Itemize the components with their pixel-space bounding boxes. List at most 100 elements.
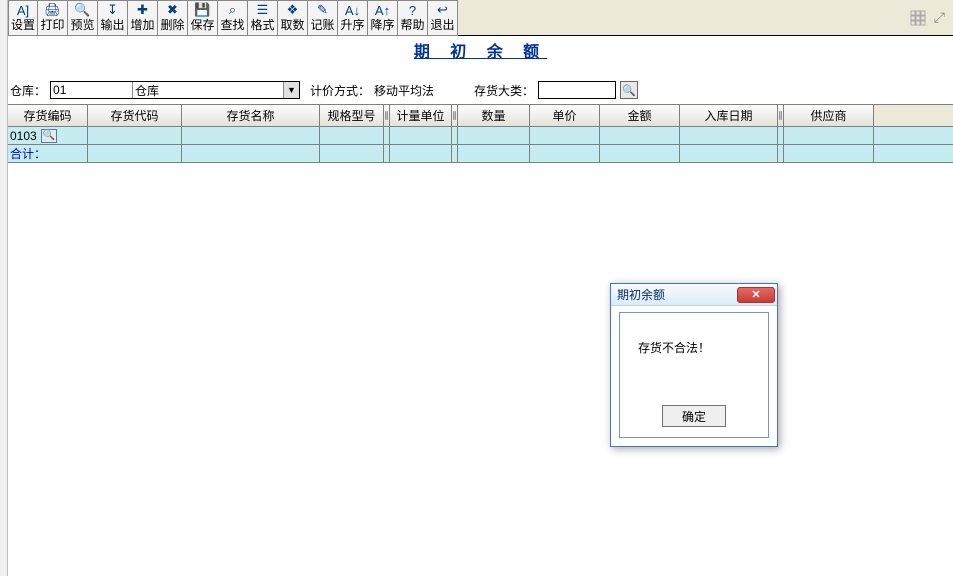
help-icon: ?: [404, 2, 422, 18]
toolbar-label: 查找: [220, 19, 244, 32]
totals-cell: [320, 145, 384, 162]
delete-button[interactable]: ✖删除: [158, 0, 188, 36]
exit-icon: ↩: [434, 2, 452, 18]
warehouse-combo[interactable]: ▼: [50, 81, 300, 99]
add-button[interactable]: ✚增加: [128, 0, 158, 36]
table-cell[interactable]: [600, 127, 680, 144]
totals-cell: [530, 145, 600, 162]
page-title: 期 初 余 额: [414, 38, 547, 62]
totals-label: 合计：: [10, 145, 46, 162]
dialog-button-row: 确定: [620, 397, 768, 437]
dialog-titlebar[interactable]: 期初余额 ✕: [611, 284, 777, 306]
column-header[interactable]: 金额: [600, 105, 680, 126]
table-row[interactable]: 0103 🔍: [8, 127, 953, 145]
close-icon[interactable]: ✕: [737, 287, 775, 303]
toolbar: A]设置🖨打印🔍预览↧输出✚增加✖删除💾保存⌕查找☰格式❖取数✎记账A↓升序A↑…: [8, 0, 953, 36]
expand-icon[interactable]: ⤢: [934, 9, 945, 26]
category-input[interactable]: [539, 82, 615, 98]
title-bar: 期 初 余 额: [8, 36, 953, 64]
filter-row: 仓库： ▼ 计价方式： 移动平均法 存货大类： 🔍: [8, 78, 953, 102]
sortdesc-icon: A↑: [374, 2, 392, 18]
toolbar-label: 降序: [370, 19, 394, 32]
export-button[interactable]: ↧输出: [98, 0, 128, 36]
sortasc-button[interactable]: A↓升序: [338, 0, 368, 36]
format-button[interactable]: ☰格式: [248, 0, 278, 36]
post-button[interactable]: ✎记账: [308, 0, 338, 36]
save-button[interactable]: 💾保存: [188, 0, 218, 36]
data-grid: 存货编码存货代码存货名称规格型号∥计量单位∥数量单价金额入库日期∥供应商0103…: [8, 104, 953, 163]
lookup-icon[interactable]: 🔍: [41, 129, 57, 143]
category-combo[interactable]: [538, 81, 616, 99]
preview-button[interactable]: 🔍预览: [68, 0, 98, 36]
pricing-label: 计价方式：: [310, 82, 370, 99]
warehouse-name-input[interactable]: [133, 82, 283, 98]
totals-cell: [182, 145, 320, 162]
table-cell[interactable]: [390, 127, 452, 144]
delete-icon: ✖: [164, 2, 182, 18]
table-cell[interactable]: [680, 127, 778, 144]
table-cell[interactable]: [320, 127, 384, 144]
warehouse-label: 仓库：: [10, 82, 46, 99]
column-header[interactable]: 存货代码: [88, 105, 182, 126]
toolbar-label: 取数: [280, 19, 304, 32]
column-header[interactable]: 供应商: [784, 105, 874, 126]
grid-header: 存货编码存货代码存货名称规格型号∥计量单位∥数量单价金额入库日期∥供应商: [8, 105, 953, 127]
dialog-message: 存货不合法！: [620, 313, 768, 397]
totals-cell: 合计：: [8, 145, 88, 162]
column-header[interactable]: 数量: [458, 105, 530, 126]
save-icon: 💾: [194, 2, 212, 18]
sortdesc-button[interactable]: A↑降序: [368, 0, 398, 36]
print-button[interactable]: 🖨打印: [38, 0, 68, 36]
totals-cell: [88, 145, 182, 162]
totals-cell: [390, 145, 452, 162]
fetch-icon: ❖: [284, 2, 302, 18]
find-button[interactable]: ⌕查找: [218, 0, 248, 36]
totals-cell: [784, 145, 874, 162]
dialog-title: 期初余额: [617, 286, 665, 303]
table-cell[interactable]: [88, 127, 182, 144]
search-icon[interactable]: 🔍: [620, 81, 638, 99]
column-header[interactable]: 规格型号: [320, 105, 384, 126]
help-button[interactable]: ?帮助: [398, 0, 428, 36]
column-header[interactable]: 存货名称: [182, 105, 320, 126]
chevron-down-icon[interactable]: ▼: [283, 82, 299, 98]
toolbar-label: 升序: [340, 19, 364, 32]
format-icon: ☰: [254, 2, 272, 18]
totals-cell: [600, 145, 680, 162]
message-dialog: 期初余额 ✕ 存货不合法！ 确定: [610, 283, 778, 447]
left-gutter: [0, 0, 8, 576]
find-icon: ⌕: [224, 2, 242, 18]
toolbar-label: 预览: [70, 19, 94, 32]
preview-icon: 🔍: [74, 2, 92, 18]
table-cell[interactable]: [530, 127, 600, 144]
post-icon: ✎: [314, 2, 332, 18]
column-header[interactable]: 计量单位: [390, 105, 452, 126]
fetch-button[interactable]: ❖取数: [278, 0, 308, 36]
table-cell[interactable]: [182, 127, 320, 144]
category-label: 存货大类：: [474, 82, 534, 99]
ok-button[interactable]: 确定: [662, 405, 726, 427]
column-header[interactable]: 入库日期: [680, 105, 778, 126]
pricing-value: 移动平均法: [374, 82, 434, 99]
toolbar-label: 输出: [100, 19, 124, 32]
toolbar-label: 删除: [160, 19, 184, 32]
table-cell[interactable]: [784, 127, 874, 144]
settings-button[interactable]: A]设置: [8, 0, 38, 36]
sortasc-icon: A↓: [344, 2, 362, 18]
toolbar-label: 设置: [11, 19, 35, 32]
toolbar-right: ⤢: [910, 0, 953, 35]
warehouse-code-input[interactable]: [51, 82, 133, 98]
exit-button[interactable]: ↩退出: [428, 0, 458, 36]
column-header[interactable]: 单价: [530, 105, 600, 126]
table-cell[interactable]: [458, 127, 530, 144]
table-cell[interactable]: 0103 🔍: [8, 127, 88, 144]
toolbar-label: 保存: [190, 19, 214, 32]
column-header[interactable]: 存货编码: [8, 105, 88, 126]
toolbar-spacer: [458, 0, 910, 35]
toolbar-label: 打印: [40, 19, 64, 32]
totals-cell: [680, 145, 778, 162]
inventory-code: 0103: [10, 129, 37, 143]
export-icon: ↧: [104, 2, 122, 18]
grid-icon[interactable]: [910, 10, 926, 26]
totals-row: 合计：: [8, 145, 953, 163]
